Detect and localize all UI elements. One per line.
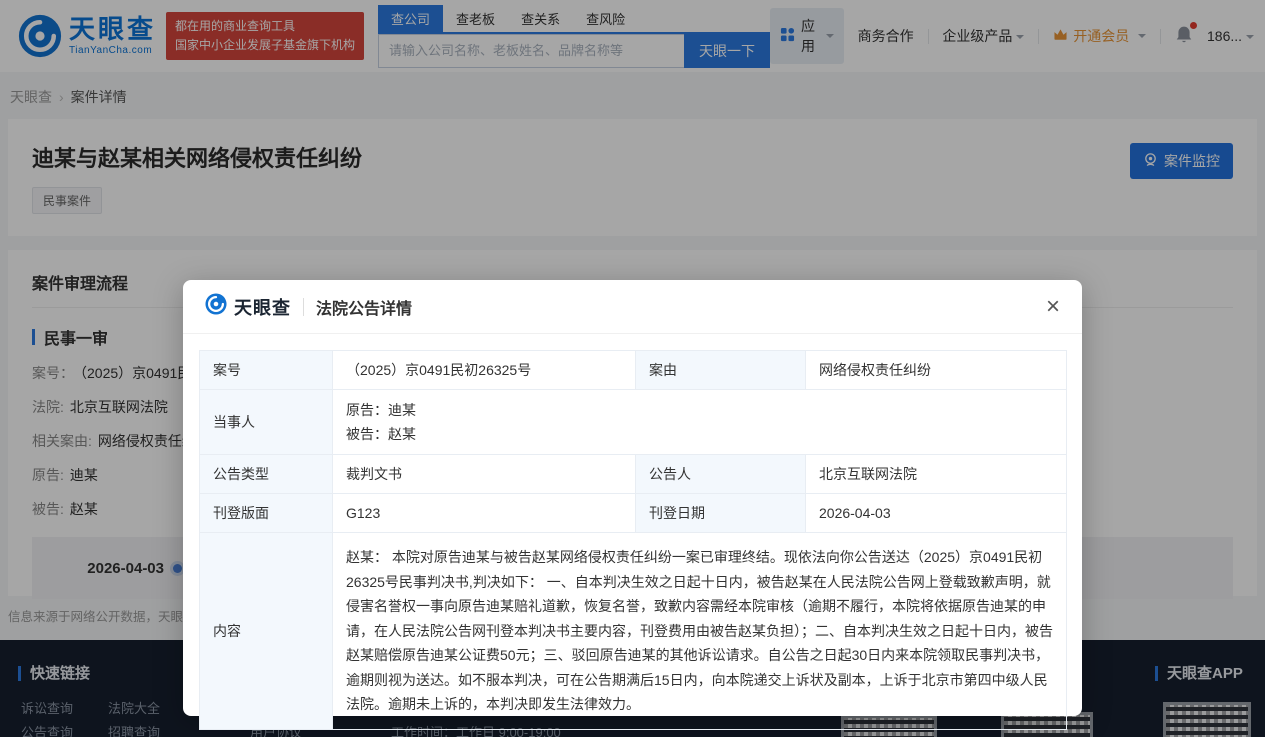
- content-value: 赵某： 本院对原告迪某与被告赵某网络侵权责任纠纷一案已审理终结。现依法向你公告送…: [333, 533, 1067, 730]
- content-label: 内容: [200, 533, 333, 730]
- modal-brand-name: 天眼查: [234, 294, 291, 320]
- announcement-type-label: 公告类型: [200, 455, 333, 494]
- modal-title-divider: [303, 298, 304, 316]
- case-no-value: （2025）京0491民初26325号: [333, 351, 636, 390]
- table-row: 刊登版面 G123 刊登日期 2026-04-03: [200, 494, 1067, 533]
- cause-label: 案由: [636, 351, 806, 390]
- publish-page-value: G123: [333, 494, 636, 533]
- table-row: 当事人 原告：迪某 被告：赵某: [200, 390, 1067, 455]
- table-row: 内容 赵某： 本院对原告迪某与被告赵某网络侵权责任纠纷一案已审理终结。现依法向你…: [200, 533, 1067, 730]
- modal-logo: 天眼查: [205, 293, 291, 320]
- announcement-table: 案号 （2025）京0491民初26325号 案由 网络侵权责任纠纷 当事人 原…: [199, 350, 1067, 730]
- modal-title: 法院公告详情: [316, 295, 412, 319]
- court-announcement-modal: 天眼查 法院公告详情 × 案号 （2025）京0491民初26325号 案由 网…: [183, 280, 1082, 716]
- publish-page-label: 刊登版面: [200, 494, 333, 533]
- publish-date-label: 刊登日期: [636, 494, 806, 533]
- announcer-value: 北京互联网法院: [806, 455, 1067, 494]
- close-icon[interactable]: ×: [1046, 295, 1060, 319]
- table-row: 公告类型 裁判文书 公告人 北京互联网法院: [200, 455, 1067, 494]
- announcer-label: 公告人: [636, 455, 806, 494]
- tianyancha-logo-icon: [205, 293, 227, 320]
- plaintiff-line: 原告：迪某: [346, 398, 1053, 422]
- defendant-line: 被告：赵某: [346, 422, 1053, 446]
- modal-header: 天眼查 法院公告详情 ×: [183, 280, 1082, 334]
- announcement-type-value: 裁判文书: [333, 455, 636, 494]
- publish-date-value: 2026-04-03: [806, 494, 1067, 533]
- cause-value: 网络侵权责任纠纷: [806, 351, 1067, 390]
- table-row: 案号 （2025）京0491民初26325号 案由 网络侵权责任纠纷: [200, 351, 1067, 390]
- parties-label: 当事人: [200, 390, 333, 455]
- case-no-label: 案号: [200, 351, 333, 390]
- parties-value: 原告：迪某 被告：赵某: [333, 390, 1067, 455]
